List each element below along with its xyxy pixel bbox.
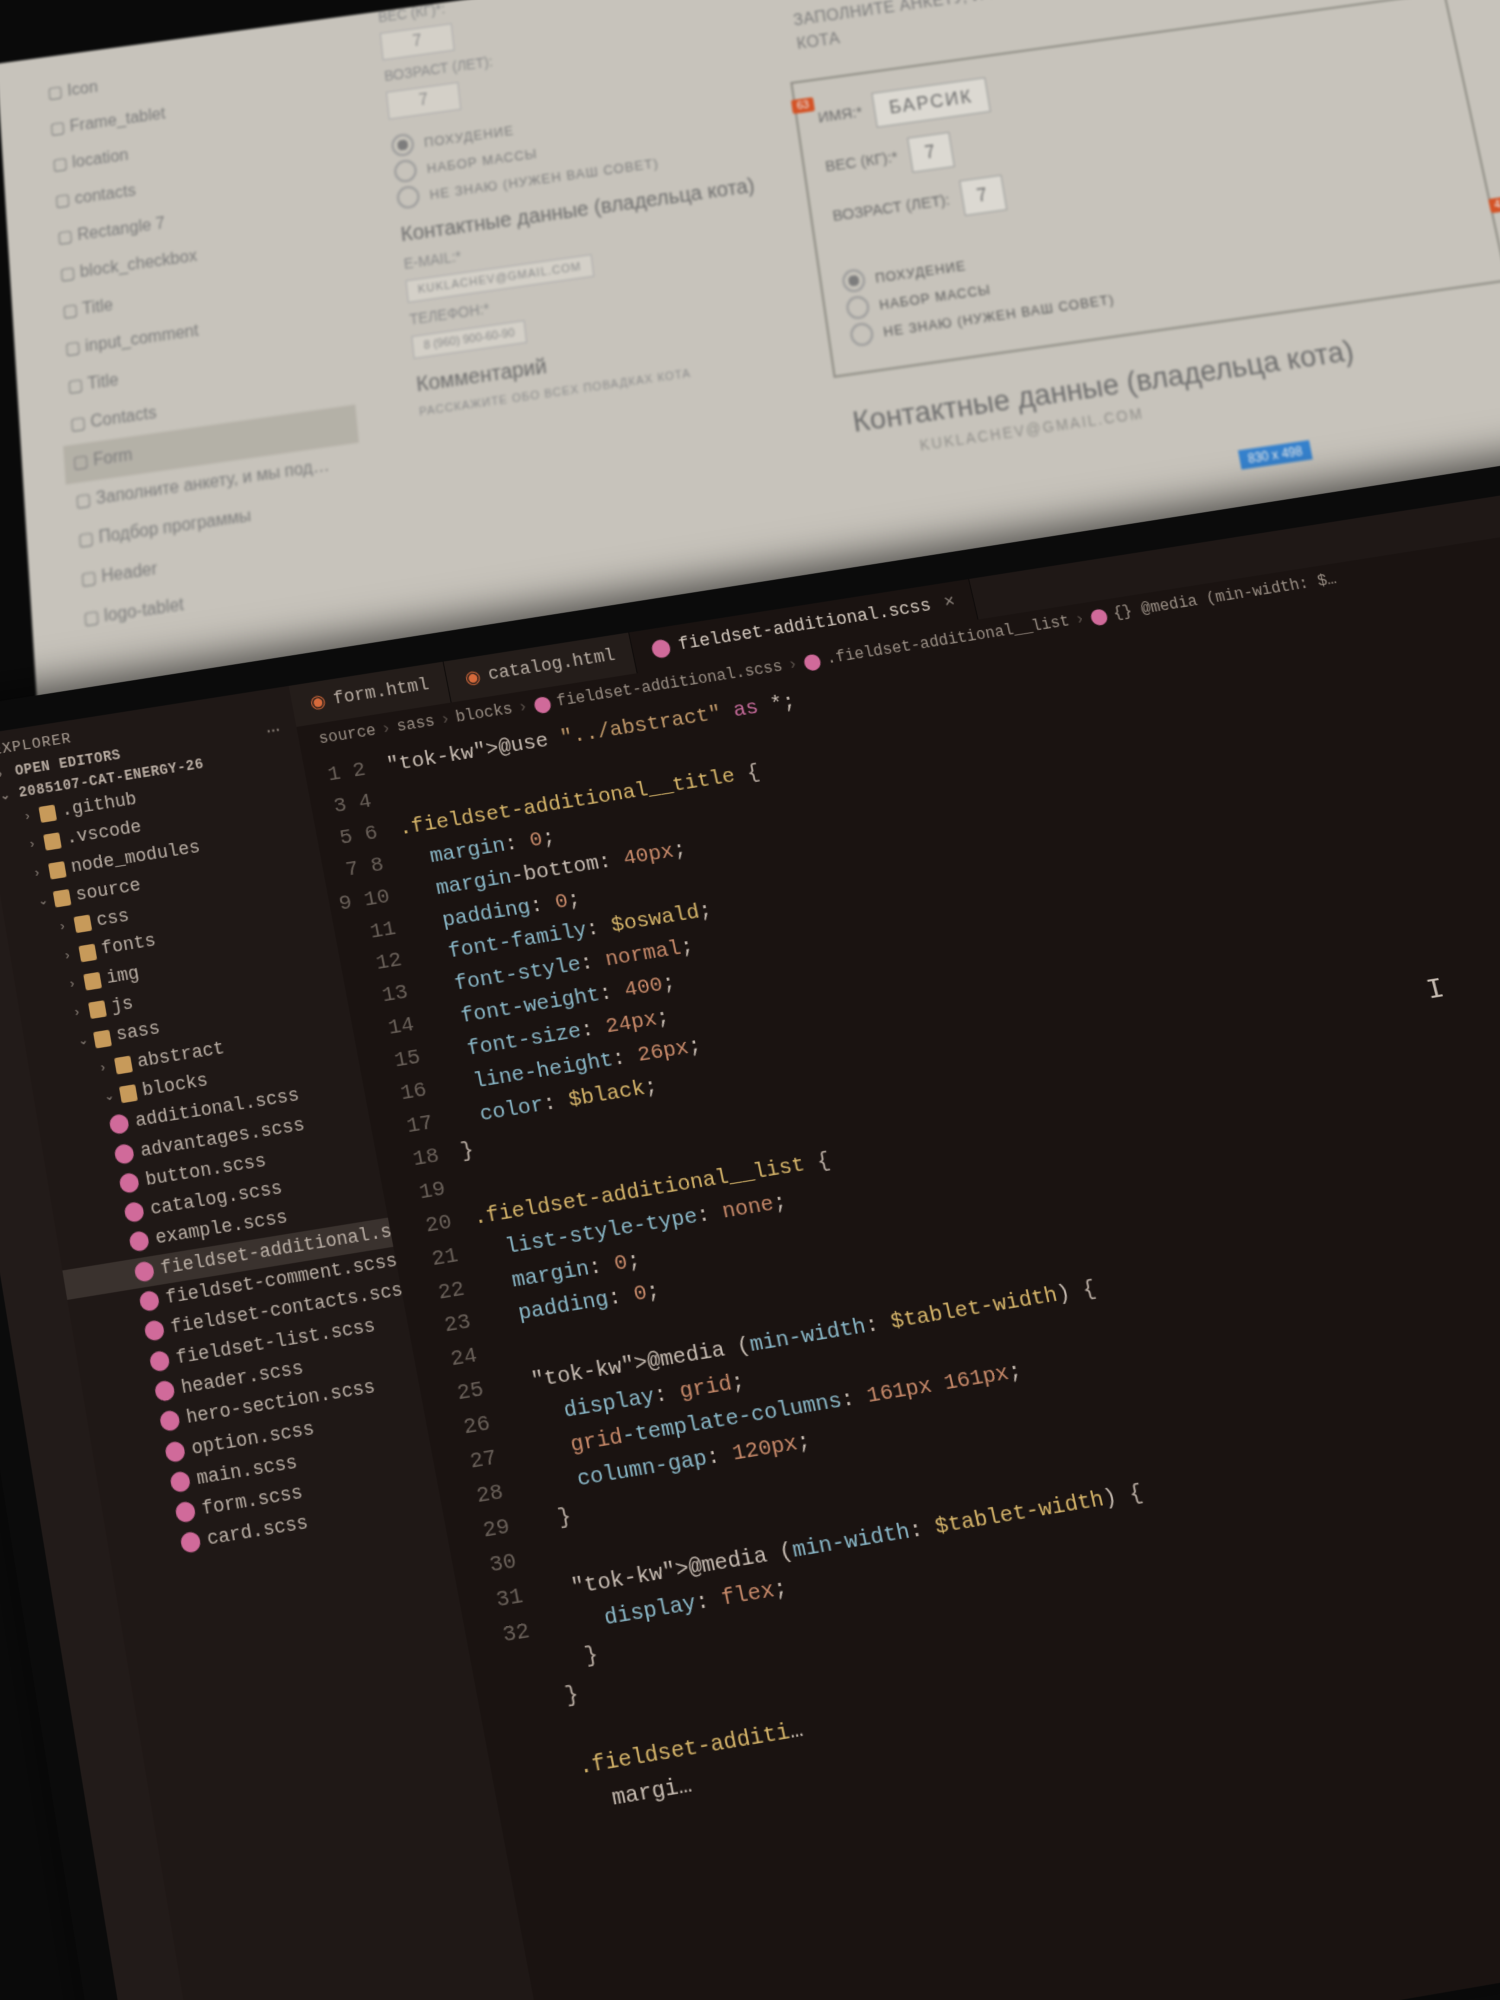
phone-value: 8 (960) 900-60-90 [411,320,527,359]
close-icon[interactable]: × [942,593,957,614]
sass-icon: ⬤ [801,651,823,673]
name-input: БАРСИК [872,77,991,127]
sass-icon: ⬤ [137,1287,162,1316]
selection-size-badge: 830 x 498 [1238,440,1312,469]
sass-icon: ⬤ [1088,605,1110,627]
html-icon: ◉ [308,690,327,714]
sass-icon: ⬤ [178,1529,203,1559]
breadcrumb-segment[interactable]: blocks [454,700,514,727]
sass-icon: ⬤ [117,1169,142,1198]
sass-icon: ⬤ [173,1498,198,1528]
sass-icon: ⬤ [152,1377,177,1406]
sass-icon: ⬤ [163,1437,188,1466]
sass-icon: ⬤ [132,1258,157,1287]
breadcrumb-segment[interactable]: sass [395,712,436,736]
name-label: ИМЯ:* [817,104,864,127]
measure-badge: 63 [791,97,815,114]
sass-icon: ⬤ [112,1140,137,1168]
weight-label: ВЕС (КГ)*: [377,0,736,25]
sass-icon: ⬤ [127,1228,152,1257]
age-value: 7 [386,82,461,120]
weight-input-r: 7 [907,132,955,173]
html-icon: ◉ [463,666,483,690]
age-input-r: 7 [959,175,1007,216]
figma-canvas-left-form: ВЕС (КГ)*: 7 ВОЗРАСТ (ЛЕТ): 7 ПОХУДЕНИЕН… [377,0,794,427]
sass-icon: ⬤ [157,1407,182,1436]
age-label-r: ВОЗРАСТ (ЛЕТ): [831,191,951,225]
breadcrumb-segment[interactable]: source [317,722,377,749]
weight-label-r: ВЕС (КГ):* [824,148,899,175]
measure-badge-right: 416 [1488,195,1500,213]
laptop-bezel: EXPLORER › OPEN EDITORS ⋯ ⌄ 2085107-CAT-… [0,446,1500,2000]
sass-icon: ⬤ [532,693,554,715]
vscode-window: EXPLORER › OPEN EDITORS ⋯ ⌄ 2085107-CAT-… [0,479,1500,2000]
sass-icon: ⬤ [122,1199,147,1228]
sass-icon: ⬤ [142,1317,167,1346]
figma-canvas-right-preview: Подбор программы ЗАПОЛНИТЕ АНКЕТУ, И МЫ … [781,0,1500,463]
weight-value: 7 [380,23,455,60]
figma-layers-panel: ▢ Icon▢ Frame_tablet▢ location▢ contacts… [38,39,374,641]
sass-icon: ⬤ [168,1468,193,1498]
sass-icon: ⬤ [649,636,673,660]
sass-icon: ⬤ [107,1111,132,1139]
sass-icon: ⬤ [147,1347,172,1376]
